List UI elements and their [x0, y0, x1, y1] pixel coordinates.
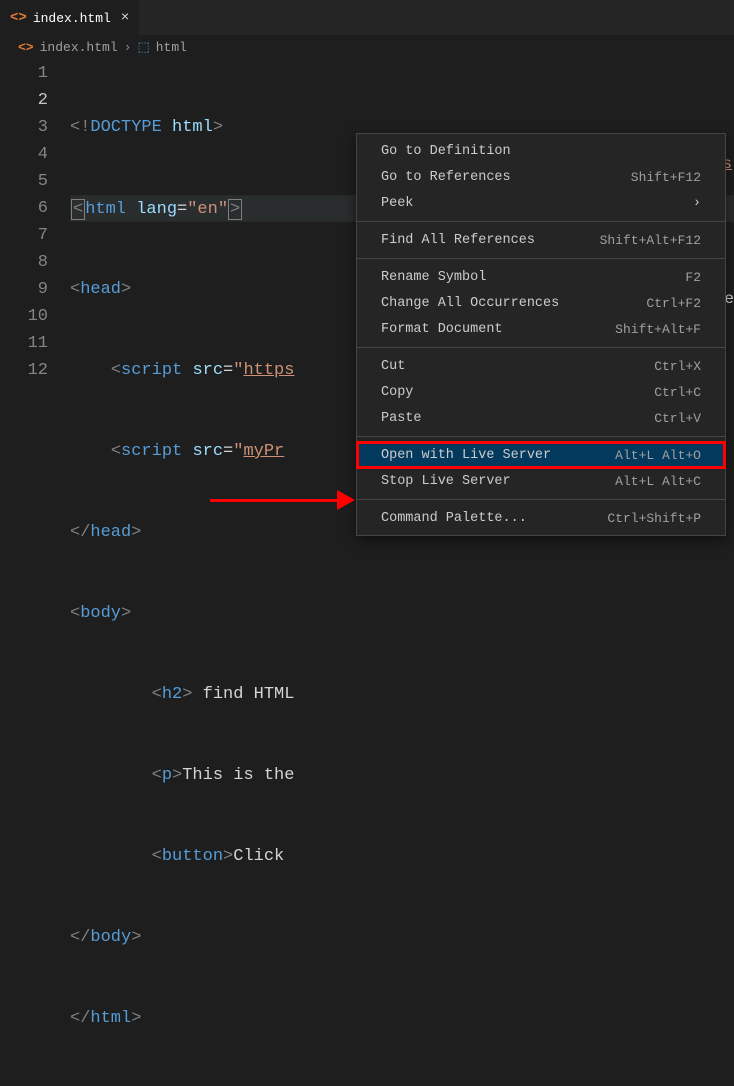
code-line: <button>Click	[70, 843, 734, 870]
menu-stop-live-server[interactable]: Stop Live ServerAlt+L Alt+C	[357, 468, 725, 494]
menu-go-to-references[interactable]: Go to ReferencesShift+F12	[357, 164, 725, 190]
tab-bar: <> index.html ×	[0, 0, 734, 35]
code-line: <p>This is the	[70, 762, 734, 789]
code-line: <h2> find HTML	[70, 681, 734, 708]
menu-peek[interactable]: Peek›	[357, 190, 725, 216]
menu-command-palette[interactable]: Command Palette...Ctrl+Shift+P	[357, 505, 725, 531]
html-file-icon: <>	[10, 10, 27, 26]
menu-rename-symbol[interactable]: Rename SymbolF2	[357, 264, 725, 290]
line-gutter: 1 2 3 4 5 6 7 8 9 10 11 12	[0, 60, 70, 1086]
menu-paste[interactable]: PasteCtrl+V	[357, 405, 725, 431]
element-icon: ⬚	[137, 40, 149, 55]
menu-separator	[357, 436, 725, 437]
menu-copy[interactable]: CopyCtrl+C	[357, 379, 725, 405]
html-file-icon: <>	[18, 40, 34, 55]
menu-cut[interactable]: CutCtrl+X	[357, 353, 725, 379]
editor-tab[interactable]: <> index.html ×	[0, 0, 139, 35]
menu-separator	[357, 347, 725, 348]
breadcrumb-element: html	[156, 40, 187, 55]
breadcrumb[interactable]: <> index.html › ⬚ html	[0, 35, 734, 60]
menu-format-document[interactable]: Format DocumentShift+Alt+F	[357, 316, 725, 342]
menu-separator	[357, 221, 725, 222]
code-line: <body>	[70, 600, 734, 627]
tab-filename: index.html	[33, 11, 111, 26]
code-line: </html>	[70, 1005, 734, 1032]
chevron-right-icon: ›	[693, 196, 701, 211]
menu-separator	[357, 258, 725, 259]
menu-change-all-occurrences[interactable]: Change All OccurrencesCtrl+F2	[357, 290, 725, 316]
menu-go-to-definition[interactable]: Go to Definition	[357, 138, 725, 164]
breadcrumb-file: index.html	[40, 40, 118, 55]
menu-find-all-references[interactable]: Find All ReferencesShift+Alt+F12	[357, 227, 725, 253]
chevron-right-icon: ›	[124, 40, 132, 55]
menu-separator	[357, 499, 725, 500]
close-icon[interactable]: ×	[121, 10, 129, 26]
context-menu: Go to Definition Go to ReferencesShift+F…	[356, 133, 726, 536]
code-line: </body>	[70, 924, 734, 951]
menu-open-with-live-server[interactable]: Open with Live ServerAlt+L Alt+O	[357, 442, 725, 468]
